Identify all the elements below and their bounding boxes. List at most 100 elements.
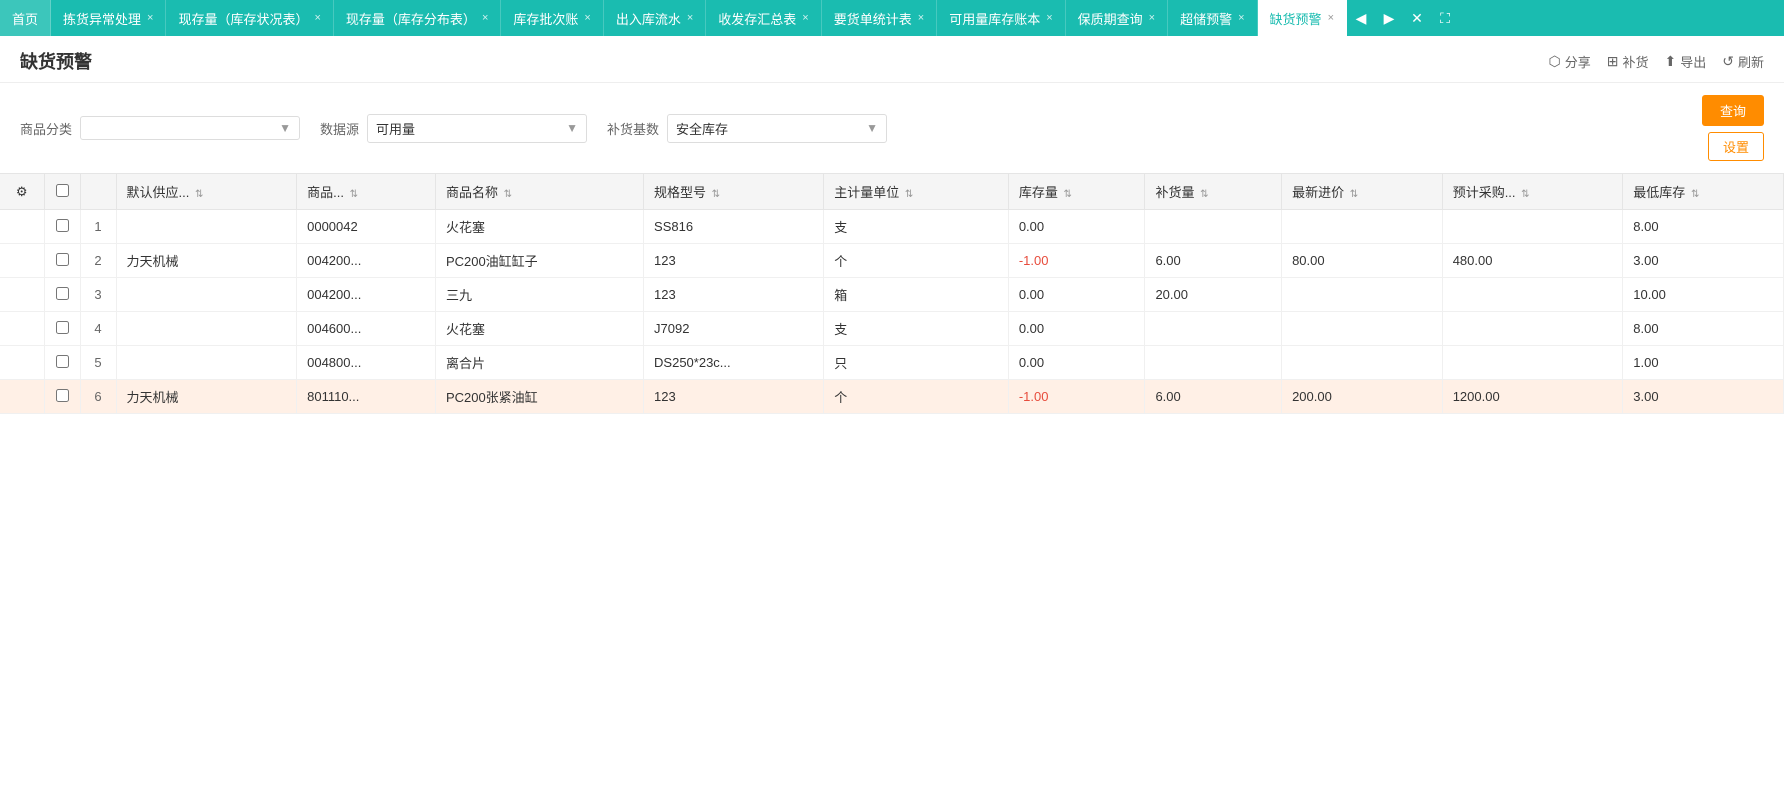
replenish-label: 补货 — [1622, 52, 1648, 71]
export-button[interactable]: ⬆ 导出 — [1665, 52, 1707, 71]
filter-area: 商品分类 ▼ 数据源 可用量 ▼ 补货基数 安全库存 ▼ 查询 设置 — [0, 83, 1784, 173]
tab-nav-maximize[interactable]: ⛶ — [1431, 0, 1459, 36]
col-replenish-qty[interactable]: 补货量 ⇅ — [1145, 174, 1282, 210]
col-stock[interactable]: 库存量 ⇅ — [1008, 174, 1145, 210]
tab-picking[interactable]: 拣货异常处理 × — [51, 0, 166, 36]
row-unit-2: 箱 — [824, 278, 1009, 312]
row-check-1[interactable] — [44, 244, 80, 278]
col-latest-price[interactable]: 最新进价 ⇅ — [1282, 174, 1443, 210]
tab-batch[interactable]: 库存批次账 × — [501, 0, 603, 36]
row-spec-5: 123 — [644, 380, 824, 414]
row-supplier-2 — [116, 278, 297, 312]
tab-nav-close-all[interactable]: ✕ — [1403, 0, 1431, 36]
tab-available-close[interactable]: × — [1046, 12, 1052, 24]
col-latest-price-label: 最新进价 — [1292, 185, 1344, 200]
tab-batch-close[interactable]: × — [584, 12, 590, 24]
row-latest-price-2 — [1282, 278, 1443, 312]
row-replenish-qty-3 — [1145, 312, 1282, 346]
tab-flow[interactable]: 出入库流水 × — [604, 0, 706, 36]
col-check[interactable] — [44, 174, 80, 210]
row-check-2[interactable] — [44, 278, 80, 312]
row-spec-4: DS250*23c... — [644, 346, 824, 380]
tab-inventory-dist-close[interactable]: × — [482, 12, 488, 24]
tab-batch-label: 库存批次账 — [513, 9, 578, 28]
row-check-5[interactable] — [44, 380, 80, 414]
row-gear-0 — [0, 210, 44, 244]
row-stock-1: -1.00 — [1008, 244, 1145, 278]
col-min-stock[interactable]: 最低库存 ⇅ — [1623, 174, 1784, 210]
row-unit-5: 个 — [824, 380, 1009, 414]
datasource-select[interactable]: 可用量 ▼ — [367, 114, 587, 143]
tab-shortage-close[interactable]: × — [1328, 12, 1334, 24]
tab-home[interactable]: 首页 — [0, 0, 51, 36]
replenish-chevron-icon: ▼ — [866, 121, 878, 135]
row-check-3[interactable] — [44, 312, 80, 346]
row-product-code-0: 0000042 — [297, 210, 436, 244]
settings-button[interactable]: 设置 — [1708, 132, 1764, 161]
row-stock-4: 0.00 — [1008, 346, 1145, 380]
tab-inventory-dist[interactable]: 现存量（库存分布表） × — [334, 0, 501, 36]
row-spec-1: 123 — [644, 244, 824, 278]
tab-bar: 首页 拣货异常处理 × 现存量（库存状况表） × 现存量（库存分布表） × 库存… — [0, 0, 1784, 36]
row-supplier-0 — [116, 210, 297, 244]
tab-inventory-status[interactable]: 现存量（库存状况表） × — [166, 0, 333, 36]
query-button[interactable]: 查询 — [1702, 95, 1764, 126]
select-all-checkbox[interactable] — [56, 184, 69, 197]
refresh-icon: ↺ — [1722, 53, 1734, 70]
tab-summary[interactable]: 收发存汇总表 × — [706, 0, 821, 36]
replenish-value: 安全库存 — [676, 119, 728, 138]
tab-inventory-dist-label: 现存量（库存分布表） — [346, 9, 476, 28]
replenish-button[interactable]: ⊞ 补货 — [1607, 52, 1649, 71]
row-num-4: 5 — [80, 346, 116, 380]
replenish-select[interactable]: 安全库存 ▼ — [667, 114, 887, 143]
row-product-code-2: 004200... — [297, 278, 436, 312]
row-check-0[interactable] — [44, 210, 80, 244]
row-product-name-4: 离合片 — [435, 346, 643, 380]
tab-overstock-close[interactable]: × — [1238, 12, 1244, 24]
row-supplier-3 — [116, 312, 297, 346]
row-replenish-qty-1: 6.00 — [1145, 244, 1282, 278]
table-row: 2 力天机械 004200... PC200油缸缸子 123 个 -1.00 6… — [0, 244, 1784, 278]
export-icon: ⬆ — [1665, 53, 1677, 70]
row-gear-2 — [0, 278, 44, 312]
col-gear[interactable]: ⚙ — [0, 174, 44, 210]
col-product-code[interactable]: 商品... ⇅ — [297, 174, 436, 210]
tab-requisition[interactable]: 要货单统计表 × — [822, 0, 937, 36]
refresh-button[interactable]: ↺ 刷新 — [1722, 52, 1764, 71]
col-spec[interactable]: 规格型号 ⇅ — [644, 174, 824, 210]
tab-requisition-close[interactable]: × — [918, 12, 924, 24]
row-unit-3: 支 — [824, 312, 1009, 346]
col-min-stock-label: 最低库存 — [1633, 185, 1685, 200]
col-estimated-purchase[interactable]: 预计采购... ⇅ — [1442, 174, 1623, 210]
tab-nav-next[interactable]: ▶ — [1375, 0, 1403, 36]
row-latest-price-3 — [1282, 312, 1443, 346]
tab-shortage[interactable]: 缺货预警 × — [1258, 0, 1347, 36]
tab-expiry-close[interactable]: × — [1149, 12, 1155, 24]
tab-expiry[interactable]: 保质期查询 × — [1066, 0, 1168, 36]
row-check-4[interactable] — [44, 346, 80, 380]
tab-flow-close[interactable]: × — [687, 12, 693, 24]
tab-picking-close[interactable]: × — [147, 12, 153, 24]
row-latest-price-1: 80.00 — [1282, 244, 1443, 278]
tab-available-label: 可用量库存账本 — [949, 9, 1040, 28]
row-num-5: 6 — [80, 380, 116, 414]
tab-summary-close[interactable]: × — [802, 12, 808, 24]
tab-nav-prev[interactable]: ◀ — [1347, 0, 1375, 36]
spec-sort-icon: ⇅ — [712, 189, 720, 200]
col-supplier[interactable]: 默认供应... ⇅ — [116, 174, 297, 210]
row-stock-0: 0.00 — [1008, 210, 1145, 244]
tab-inventory-status-close[interactable]: × — [314, 12, 320, 24]
tab-overstock[interactable]: 超储预警 × — [1168, 0, 1257, 36]
tab-available[interactable]: 可用量库存账本 × — [937, 0, 1065, 36]
refresh-label: 刷新 — [1738, 52, 1764, 71]
share-button[interactable]: ⬡ 分享 — [1549, 52, 1591, 71]
row-unit-4: 只 — [824, 346, 1009, 380]
category-select[interactable]: ▼ — [80, 116, 300, 140]
row-estimated-purchase-4 — [1442, 346, 1623, 380]
row-product-name-3: 火花塞 — [435, 312, 643, 346]
tab-flow-label: 出入库流水 — [616, 9, 681, 28]
table-header-row: ⚙ 默认供应... ⇅ 商品... ⇅ 商品名称 — [0, 174, 1784, 210]
col-product-name[interactable]: 商品名称 ⇅ — [435, 174, 643, 210]
table-body: 1 0000042 火花塞 SS816 支 0.00 8.00 2 力天机械 0… — [0, 210, 1784, 414]
col-unit[interactable]: 主计量单位 ⇅ — [824, 174, 1009, 210]
